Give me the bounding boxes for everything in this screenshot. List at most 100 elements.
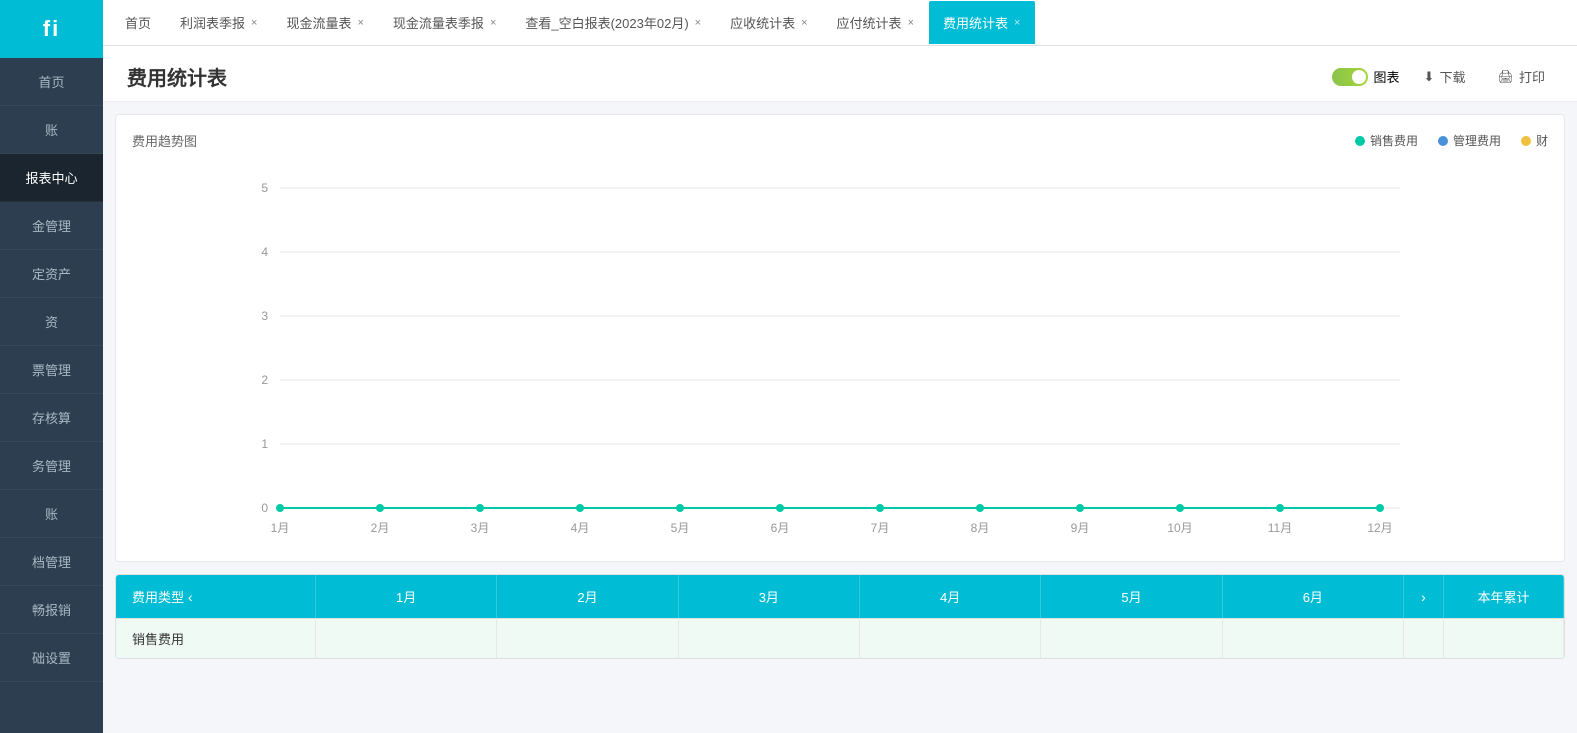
legend-sales: 销售费用 (1355, 132, 1418, 149)
page-content: 费用统计表 图表 ⬇ 下载 🖨 打印 (103, 46, 1577, 733)
tab-bar: 首页 利润表季报 × 现金流量表 × 现金流量表季报 × 查看_空白报表(202… (103, 0, 1577, 46)
svg-text:11月: 11月 (1268, 521, 1292, 535)
table-col-6: 6月 (1223, 575, 1404, 618)
sidebar-item-smooth-cancel[interactable]: 畅报销 (0, 586, 103, 634)
sidebar-item-report-center[interactable]: 报表中心 (0, 154, 103, 202)
sidebar-item-fund-mgmt[interactable]: 金管理 (0, 202, 103, 250)
sidebar: fi 首页 账 报表中心 金管理 定资产 资 票管理 存核算 务管理 账 档管理… (0, 0, 103, 733)
sidebar-item-home[interactable]: 首页 (0, 58, 103, 106)
cell-sales-2 (497, 619, 678, 658)
table-header-row: 费用类型 ‹ 1月 2月 3月 4月 5月 6月 › 本年累计 (116, 575, 1564, 618)
tab-home[interactable]: 首页 (111, 1, 166, 44)
print-button[interactable]: 🖨 打印 (1489, 63, 1553, 90)
table-nav-next[interactable]: › (1417, 589, 1430, 605)
sidebar-item-invoice-mgmt[interactable]: 票管理 (0, 346, 103, 394)
svg-text:1: 1 (261, 437, 268, 451)
sidebar-item-sub-ledger[interactable]: 账 (0, 490, 103, 538)
tab-receivable[interactable]: 应收统计表 × (716, 1, 822, 44)
svg-text:2月: 2月 (371, 521, 390, 535)
tab-close-blank-report[interactable]: × (695, 17, 701, 29)
tab-cashflow-quarterly[interactable]: 现金流量表季报 × (379, 1, 511, 44)
col-type-label: 费用类型 (132, 587, 184, 606)
tab-profit-quarterly[interactable]: 利润表季报 × (166, 1, 272, 44)
svg-text:0: 0 (261, 501, 268, 515)
svg-text:9月: 9月 (1071, 521, 1090, 535)
svg-text:12月: 12月 (1367, 521, 1392, 535)
tab-close-profit-quarterly[interactable]: × (251, 17, 257, 29)
cell-sales-4 (860, 619, 1041, 658)
main-content: 首页 利润表季报 × 现金流量表 × 现金流量表季报 × 查看_空白报表(202… (103, 0, 1577, 733)
table-section: 费用类型 ‹ 1月 2月 3月 4月 5月 6月 › 本年累计 销售费用 (115, 574, 1565, 659)
table-col-3: 3月 (679, 575, 860, 618)
svg-text:6月: 6月 (771, 521, 790, 535)
tab-payable[interactable]: 应付统计表 × (823, 1, 929, 44)
legend-dot-admin (1438, 136, 1448, 146)
svg-text:4: 4 (261, 245, 268, 259)
chart-header: 费用趋势图 销售费用 管理费用 财 (132, 131, 1548, 150)
cell-sales-annual (1444, 619, 1564, 658)
print-label: 打印 (1519, 67, 1545, 86)
chart-svg-wrapper: 5 4 3 2 1 0 (132, 162, 1548, 545)
table-col-2: 2月 (497, 575, 678, 618)
svg-text:1月: 1月 (271, 521, 290, 535)
sidebar-item-archive-mgmt[interactable]: 档管理 (0, 538, 103, 586)
toggle-label: 图表 (1374, 67, 1400, 86)
table-col-1: 1月 (316, 575, 497, 618)
toggle-track (1332, 68, 1368, 86)
table-row: 销售费用 (116, 618, 1564, 658)
cell-sales-3 (679, 619, 860, 658)
tab-close-expense[interactable]: × (1014, 17, 1020, 29)
svg-text:10月: 10月 (1167, 521, 1192, 535)
table-nav-next-cell: › (1404, 575, 1444, 618)
sidebar-item-inventory[interactable]: 存核算 (0, 394, 103, 442)
download-label: 下载 (1439, 67, 1465, 86)
chart-legend: 销售费用 管理费用 财 (1355, 132, 1548, 149)
cell-sales-1 (316, 619, 497, 658)
page-actions: 图表 ⬇ 下载 🖨 打印 (1332, 63, 1553, 90)
download-icon: ⬇ (1424, 69, 1435, 85)
tab-expense[interactable]: 费用统计表 × (929, 1, 1035, 44)
table-col-annual: 本年累计 (1444, 575, 1564, 618)
chart-svg: 5 4 3 2 1 0 (132, 162, 1548, 542)
cell-sales-5 (1041, 619, 1222, 658)
svg-text:7月: 7月 (871, 521, 890, 535)
legend-finance: 财 (1521, 132, 1548, 149)
sidebar-item-capital[interactable]: 资 (0, 298, 103, 346)
svg-text:5: 5 (261, 181, 268, 195)
sidebar-logo: fi (0, 0, 103, 58)
tab-close-cashflow[interactable]: × (357, 17, 363, 29)
cell-sales-nav (1404, 619, 1444, 658)
tab-cashflow[interactable]: 现金流量表 × (272, 1, 378, 44)
svg-text:4月: 4月 (571, 521, 590, 535)
cell-type-sales: 销售费用 (116, 619, 316, 658)
chart-container: 费用趋势图 销售费用 管理费用 财 (115, 114, 1565, 562)
tab-blank-report[interactable]: 查看_空白报表(2023年02月) × (511, 1, 716, 44)
svg-text:3: 3 (261, 309, 268, 323)
toggle-thumb (1352, 70, 1366, 84)
table-col-4: 4月 (860, 575, 1041, 618)
sidebar-item-ledger[interactable]: 账 (0, 106, 103, 154)
sidebar-item-fixed-assets[interactable]: 定资产 (0, 250, 103, 298)
table-col-type: 费用类型 ‹ (116, 575, 316, 618)
sidebar-item-service-mgmt[interactable]: 务管理 (0, 442, 103, 490)
legend-admin: 管理费用 (1438, 132, 1501, 149)
chart-toggle[interactable]: 图表 (1332, 67, 1400, 86)
download-button[interactable]: ⬇ 下载 (1416, 63, 1474, 90)
sidebar-item-base-settings[interactable]: 础设置 (0, 634, 103, 682)
tab-close-receivable[interactable]: × (801, 17, 807, 29)
legend-label-sales: 销售费用 (1370, 132, 1418, 149)
chart-title: 费用趋势图 (132, 131, 197, 150)
legend-dot-finance (1521, 136, 1531, 146)
svg-text:2: 2 (261, 373, 268, 387)
tab-close-cashflow-quarterly[interactable]: × (490, 17, 496, 29)
cell-sales-6 (1223, 619, 1404, 658)
table-nav-prev[interactable]: ‹ (184, 589, 197, 605)
print-icon: 🖨 (1497, 69, 1514, 85)
legend-dot-sales (1355, 136, 1365, 146)
tab-close-payable[interactable]: × (908, 17, 914, 29)
svg-text:8月: 8月 (971, 521, 990, 535)
page-header: 费用统计表 图表 ⬇ 下载 🖨 打印 (103, 46, 1577, 102)
legend-label-admin: 管理费用 (1453, 132, 1501, 149)
table-col-5: 5月 (1041, 575, 1222, 618)
svg-text:5月: 5月 (671, 521, 690, 535)
